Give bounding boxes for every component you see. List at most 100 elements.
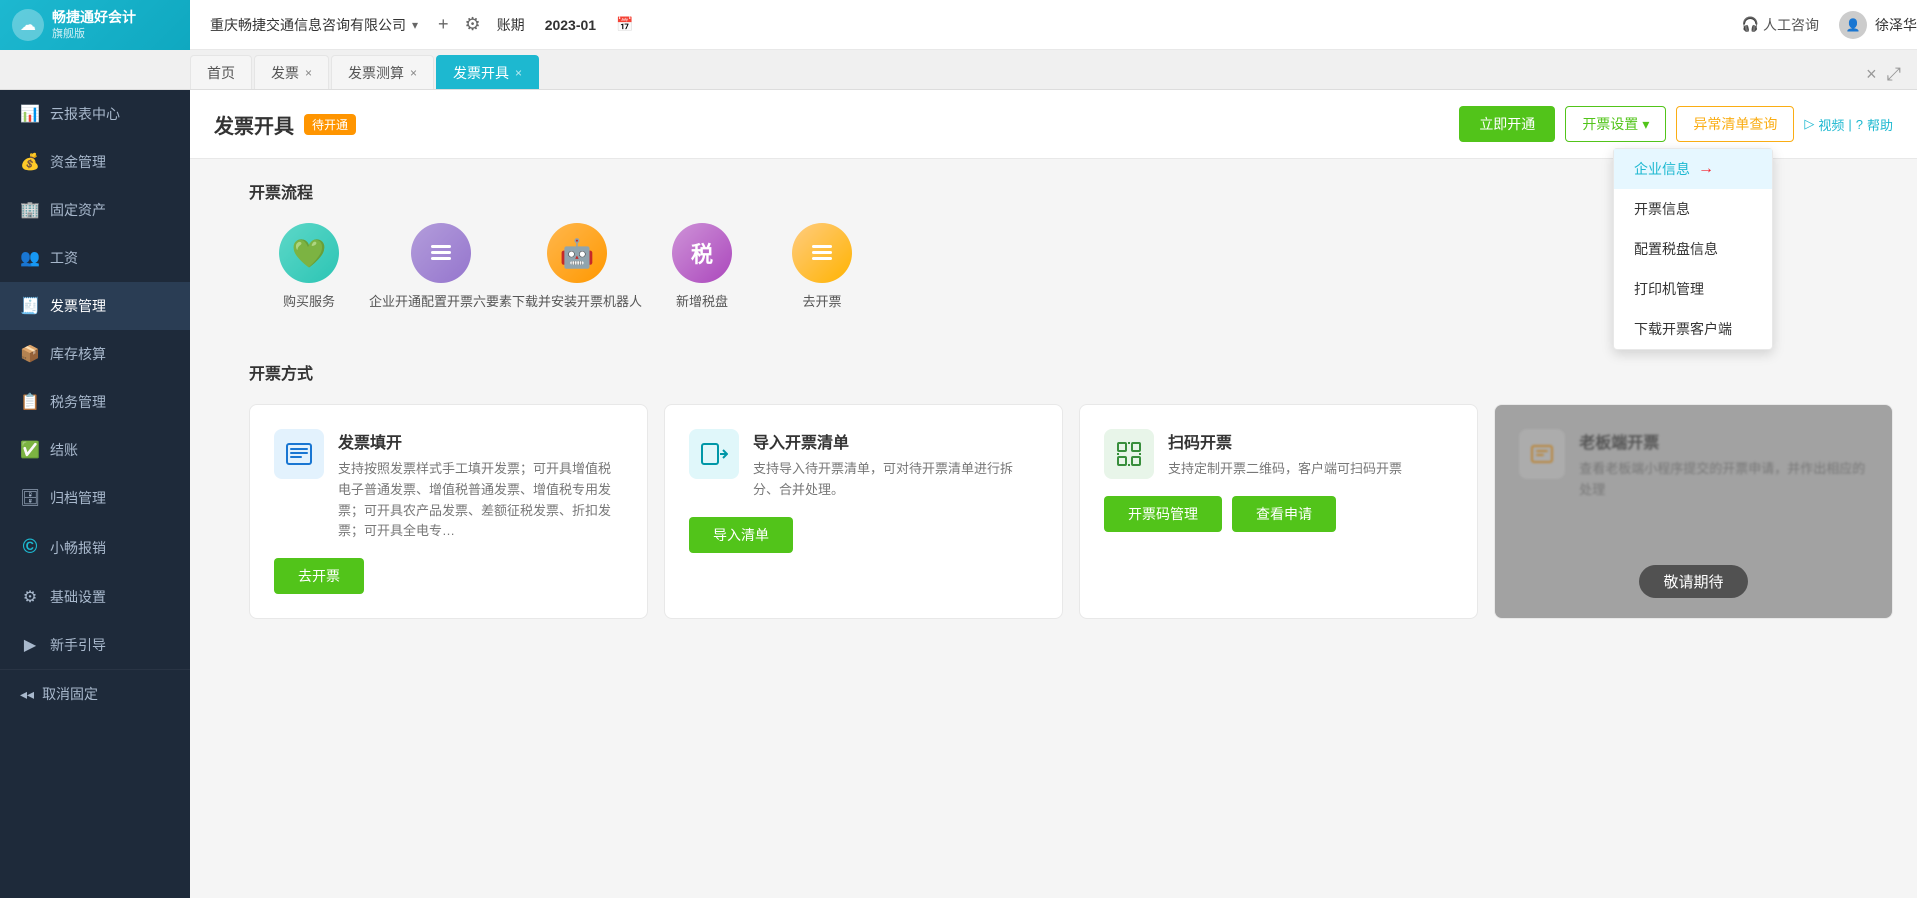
video-play-icon: ▷	[1804, 116, 1814, 132]
tab-invoice-calc-close[interactable]: ×	[410, 66, 417, 80]
settings-dropdown-btn[interactable]: 开票设置 ▾	[1565, 106, 1666, 142]
add-company-btn[interactable]: +	[438, 14, 449, 35]
cloud-report-icon: 📊	[20, 104, 40, 124]
sidebar-item-inventory[interactable]: 📦 库存核算	[0, 330, 190, 378]
sidebar-item-fund[interactable]: 💰 资金管理	[0, 138, 190, 186]
method-card-import-list: 导入开票清单 支持导入待开票清单，可对待开票清单进行拆分、合并处理。 导入清单	[664, 404, 1063, 619]
import-list-btn[interactable]: 导入清单	[689, 517, 793, 553]
company-name: 重庆畅捷交通信息咨询有限公司	[210, 15, 406, 35]
lock-overlay: 敬请期待	[1495, 405, 1892, 618]
flow-section-title: 开票流程	[249, 179, 882, 203]
logo-area: ☁ 畅捷通好会计 旗舰版	[0, 0, 190, 50]
method-2-desc: 支持导入待开票清单，可对待开票清单进行拆分、合并处理。	[753, 459, 1038, 501]
tab-invoice-close[interactable]: ×	[305, 66, 312, 80]
tab-invoice-issue-close[interactable]: ×	[515, 66, 522, 80]
sidebar-cancel-icon: ◂◂	[20, 686, 34, 703]
salary-icon: 👥	[20, 248, 40, 268]
support-btn[interactable]: 🎧 人工咨询	[1742, 15, 1819, 35]
method-card-2-header: 导入开票清单 支持导入待开票清单，可对待开票清单进行拆分、合并处理。	[689, 429, 1038, 501]
step-5-icon	[792, 223, 852, 283]
sidebar-item-invoice-mgmt[interactable]: 🧾 发票管理	[0, 282, 190, 330]
sidebar-item-checkout[interactable]: ✅ 结账	[0, 426, 190, 474]
sidebar-cancel-btn[interactable]: ◂◂ 取消固定	[0, 669, 190, 718]
support-label: 人工咨询	[1763, 15, 1819, 35]
sidebar-item-tax-label: 税务管理	[50, 392, 106, 412]
period-label: 账期	[497, 15, 525, 35]
tax-icon: 📋	[20, 392, 40, 412]
sidebar-item-tax[interactable]: 📋 税务管理	[0, 378, 190, 426]
sidebar-item-basic-settings[interactable]: ⚙ 基础设置	[0, 573, 190, 621]
dropdown-item-company-info[interactable]: 企业信息 →	[1614, 149, 1772, 189]
company-dropdown-icon: ▾	[412, 18, 418, 32]
tab-invoice[interactable]: 发票 ×	[254, 55, 329, 89]
tax-disk-label: 配置税盘信息	[1634, 239, 1718, 259]
method-1-icon	[274, 429, 324, 479]
dropdown-item-download-client[interactable]: 下载开票客户端	[1614, 309, 1772, 349]
sidebar-item-basic-settings-label: 基础设置	[50, 587, 106, 607]
tab-invoice-label: 发票	[271, 63, 299, 83]
step-2-label: 企业开通配置开票六要素	[369, 291, 512, 310]
tab-restore-btn[interactable]: ⤢	[1887, 64, 1901, 85]
sidebar-item-archive[interactable]: 🗄 归档管理	[0, 474, 190, 522]
tab-close-window-btn[interactable]: ×	[1866, 64, 1877, 85]
page-header: 发票开具 待开通 立即开通 开票设置 ▾ 异常清单查询 ▷ 视频 | ? 帮助	[190, 90, 1917, 159]
method-card-scan: 扫码开票 支持定制开票二维码，客户端可扫码开票 开票码管理 查看申请	[1079, 404, 1478, 619]
help-icon: ?	[1856, 117, 1863, 132]
method-card-manual-fill: 发票填开 支持按照发票样式手工填开发票；可开具增值税电子普通发票、增值税普通发票…	[249, 404, 648, 619]
dropdown-item-invoice-info[interactable]: 开票信息	[1614, 189, 1772, 229]
tab-invoice-calc[interactable]: 发票测算 ×	[331, 55, 434, 89]
logo-text: 畅捷通好会计	[52, 9, 136, 26]
method-section-title: 开票方式	[249, 360, 1893, 384]
user-avatar: 👤	[1839, 11, 1867, 39]
red-arrow-icon: →	[1698, 160, 1714, 178]
sidebar-item-report-sales[interactable]: © 小畅报销	[0, 522, 190, 573]
activate-btn[interactable]: 立即开通	[1459, 106, 1555, 142]
company-selector[interactable]: 重庆畅捷交通信息咨询有限公司 ▾	[210, 0, 418, 49]
report-sales-icon: ©	[20, 536, 40, 559]
help-label: 帮助	[1867, 115, 1893, 134]
calendar-icon[interactable]: 📅	[616, 16, 633, 33]
sidebar-item-salary[interactable]: 👥 工资	[0, 234, 190, 282]
method-1-title: 发票填开	[338, 429, 623, 453]
page-title: 发票开具	[214, 110, 294, 139]
method-section: 开票方式	[190, 360, 1917, 639]
go-invoice-btn[interactable]: 去开票	[274, 558, 364, 594]
flow-step-2: 企业开通配置开票六要素	[369, 223, 512, 310]
sidebar-item-cloud-report-label: 云报表中心	[50, 104, 120, 124]
sidebar-item-fixed-assets[interactable]: 🏢 固定资产	[0, 186, 190, 234]
tab-invoice-calc-label: 发票测算	[348, 63, 404, 83]
tab-invoice-issue[interactable]: 发票开具 ×	[436, 55, 539, 89]
step-3-icon: 🤖	[547, 223, 607, 283]
tab-home[interactable]: 首页	[190, 55, 252, 89]
step-3-label: 下载并安装开票机器人	[512, 291, 642, 310]
fund-icon: 💰	[20, 152, 40, 172]
settings-btn[interactable]: ⚙	[465, 14, 481, 35]
step-1-label: 购买服务	[283, 291, 335, 310]
tab-home-label: 首页	[207, 63, 235, 83]
qr-manage-btn[interactable]: 开票码管理	[1104, 496, 1222, 532]
user-area[interactable]: 👤 徐泽华	[1839, 11, 1917, 39]
method-2-title: 导入开票清单	[753, 429, 1038, 453]
sidebar-item-new-guide[interactable]: ▶ 新手引导	[0, 621, 190, 669]
video-help-btn[interactable]: ▷ 视频 | ? 帮助	[1804, 115, 1893, 134]
method-2-icon	[689, 429, 739, 479]
invoice-info-label: 开票信息	[1634, 199, 1690, 219]
headset-icon: 🎧	[1742, 16, 1759, 33]
sidebar-item-new-guide-label: 新手引导	[50, 635, 106, 655]
page-actions: 立即开通 开票设置 ▾ 异常清单查询 ▷ 视频 | ? 帮助	[1459, 106, 1893, 142]
sidebar-item-salary-label: 工资	[50, 248, 78, 268]
overlay-badge: 敬请期待	[1639, 565, 1747, 598]
sidebar-item-cloud-report[interactable]: 📊 云报表中心	[0, 90, 190, 138]
abnormal-btn[interactable]: 异常清单查询	[1676, 106, 1794, 142]
sidebar-item-inventory-label: 库存核算	[50, 344, 106, 364]
view-apply-btn[interactable]: 查看申请	[1232, 496, 1336, 532]
dropdown-item-tax-disk[interactable]: 配置税盘信息	[1614, 229, 1772, 269]
video-label: 视频	[1818, 115, 1844, 134]
company-info-label: 企业信息	[1634, 159, 1690, 179]
status-badge: 待开通	[304, 114, 356, 135]
period-value: 2023-01	[545, 17, 596, 33]
fixed-assets-icon: 🏢	[20, 200, 40, 220]
new-guide-icon: ▶	[20, 635, 40, 655]
dropdown-item-printer[interactable]: 打印机管理	[1614, 269, 1772, 309]
method-card-1-header: 发票填开 支持按照发票样式手工填开发票；可开具增值税电子普通发票、增值税普通发票…	[274, 429, 623, 542]
